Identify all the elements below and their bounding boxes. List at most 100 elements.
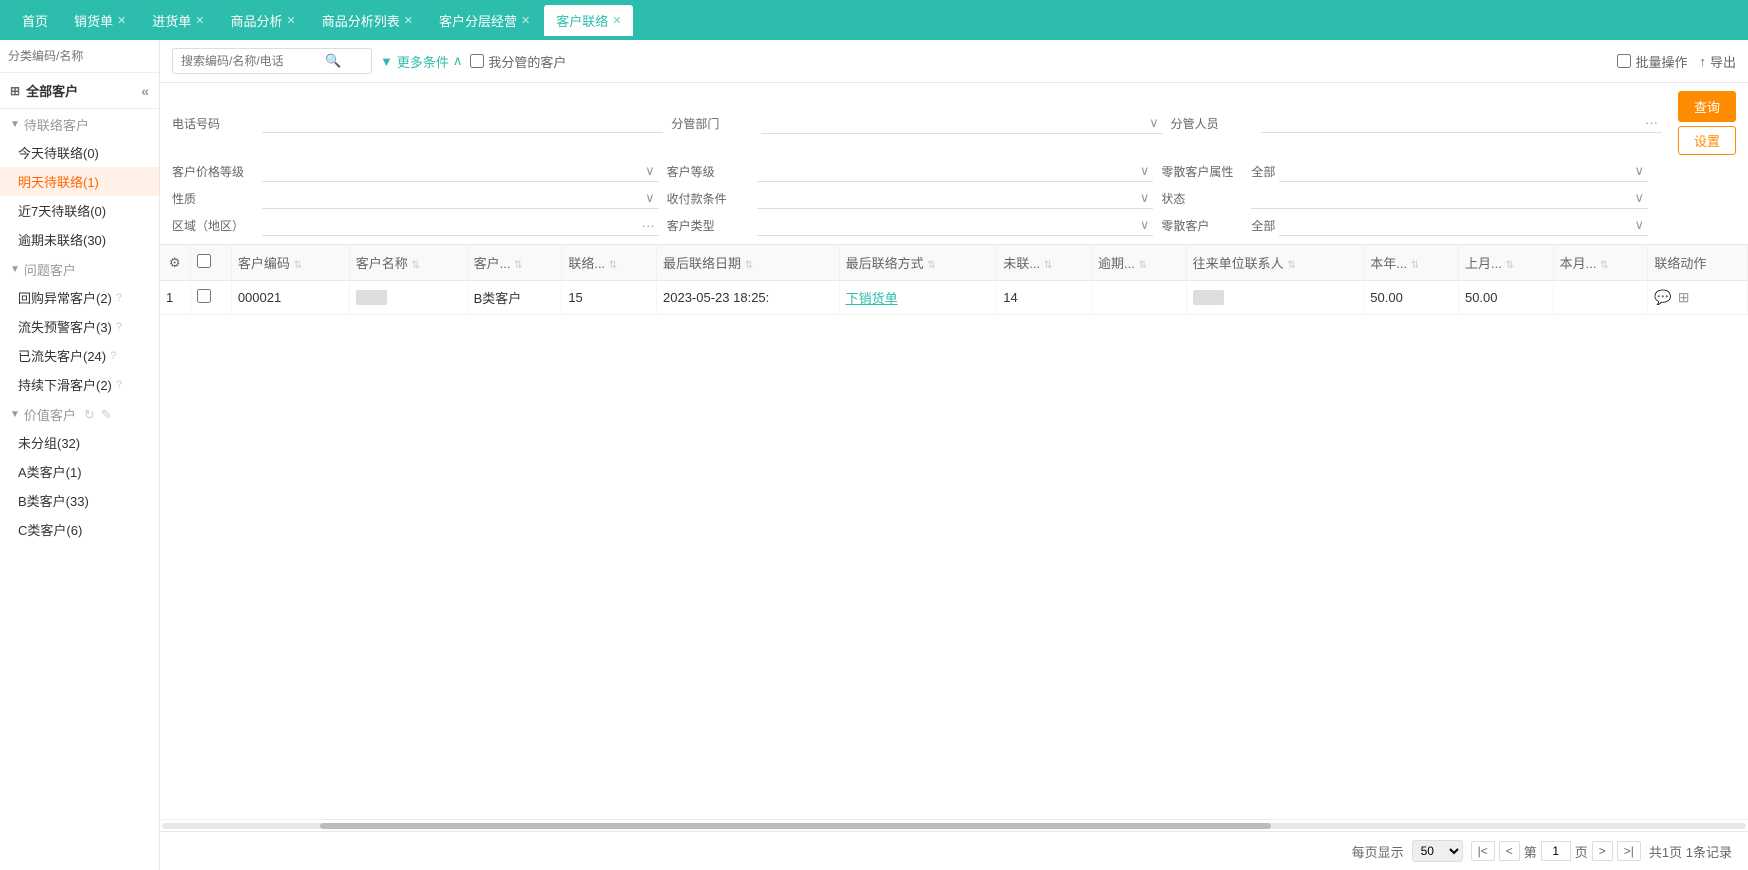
filter-row-4: 区域（地区） ··· 客户类型 ∨ 零散客户 全部 xyxy=(172,215,1736,236)
zero-customer-select[interactable]: ∨ xyxy=(1279,215,1648,236)
table-col-name[interactable]: 客户名称 ⇅ xyxy=(349,245,467,281)
table-col-last-method[interactable]: 最后联络方式 ⇅ xyxy=(839,245,997,281)
sidebar-item-churn-warning[interactable]: 流失预警客户(3) ? xyxy=(0,312,159,341)
nav-product-analysis-close[interactable]: ✕ xyxy=(287,14,296,27)
my-customers-checkbox[interactable] xyxy=(470,54,484,68)
table-col-this-month[interactable]: 本月... ⇅ xyxy=(1553,245,1648,281)
price-level-select[interactable]: ∨ xyxy=(262,161,659,182)
row-last-method-link[interactable]: 下销货单 xyxy=(846,291,898,306)
sidebar-item-overdue[interactable]: 逾期未联络(30) xyxy=(0,225,159,254)
sidebar-search-input[interactable] xyxy=(8,49,160,63)
refresh-icon[interactable]: ↻ xyxy=(84,407,95,423)
churned-label: 已流失客户(24) xyxy=(18,346,106,365)
sidebar-item-repurchase-abnormal[interactable]: 回购异常客户(2) ? xyxy=(0,283,159,312)
gender-select[interactable]: ∨ xyxy=(262,188,659,209)
churn-warning-label: 流失预警客户(3) xyxy=(18,317,112,336)
nav-customer-tier-close[interactable]: ✕ xyxy=(521,14,530,27)
sidebar-all-customers[interactable]: ⊞ 全部客户 « xyxy=(0,73,159,109)
nav-customer-tier[interactable]: 客户分层经营 ✕ xyxy=(427,5,542,36)
customer-type-select[interactable]: ∨ xyxy=(757,215,1154,236)
batch-op-checkbox[interactable] xyxy=(1617,54,1631,68)
table-col-last-month[interactable]: 上月... ⇅ xyxy=(1458,245,1553,281)
phone-input[interactable] xyxy=(262,114,663,133)
nav-purchase[interactable]: 进货单 ✕ xyxy=(140,5,216,36)
settings-button[interactable]: 设置 xyxy=(1678,126,1736,155)
row-uncontact: 14 xyxy=(997,281,1092,315)
last-page-btn[interactable]: >| xyxy=(1617,841,1641,861)
filter-search-input[interactable] xyxy=(181,54,321,68)
help-icon-0: ? xyxy=(116,292,122,304)
table-col-this-year[interactable]: 本年... ⇅ xyxy=(1364,245,1459,281)
page-input[interactable] xyxy=(1541,841,1571,861)
section-title-problem[interactable]: ▼ 问题客户 xyxy=(0,254,159,283)
edit-icon[interactable]: ✎ xyxy=(101,407,112,423)
person-input[interactable]: ··· xyxy=(1261,113,1662,133)
table-col-overdue[interactable]: 逾期... ⇅ xyxy=(1091,245,1186,281)
sidebar-item-a-class[interactable]: A类客户(1) xyxy=(0,457,159,486)
export-btn[interactable]: ↑ 导出 xyxy=(1699,52,1736,71)
scrollbar-thumb[interactable] xyxy=(320,823,1270,829)
nav-customer-tier-label: 客户分层经营 xyxy=(439,11,517,30)
top-nav: 首页 销货单 ✕ 进货单 ✕ 商品分析 ✕ 商品分析列表 ✕ 客户分层经营 ✕ … xyxy=(0,0,1748,40)
sidebar-item-week[interactable]: 近7天待联络(0) xyxy=(0,196,159,225)
customer-level-select[interactable]: ∨ xyxy=(757,161,1154,182)
table-col-customer-type[interactable]: 客户... ⇅ xyxy=(467,245,562,281)
prev-page-btn[interactable]: < xyxy=(1499,841,1520,861)
status-select[interactable]: ∨ xyxy=(1251,188,1648,209)
nav-product-analysis-list[interactable]: 商品分析列表 ✕ xyxy=(310,5,425,36)
region-input[interactable]: ··· xyxy=(262,216,659,236)
row-last-method[interactable]: 下销货单 xyxy=(839,281,997,315)
nav-customer-contact[interactable]: 客户联络 ✕ xyxy=(544,5,633,36)
nav-home[interactable]: 首页 xyxy=(10,5,60,36)
select-all-checkbox[interactable] xyxy=(197,254,211,268)
table-col-contact[interactable]: 联络... ⇅ xyxy=(562,245,657,281)
sidebar-item-tomorrow[interactable]: 明天待联络(1) xyxy=(0,167,159,196)
table-col-gear[interactable]: ⚙ xyxy=(160,245,190,281)
nav-product-analysis[interactable]: 商品分析 ✕ xyxy=(218,5,307,36)
person-dots: ··· xyxy=(1645,115,1658,130)
sidebar-item-today[interactable]: 今天待联络(0) xyxy=(0,138,159,167)
nav-product-analysis-list-close[interactable]: ✕ xyxy=(404,14,413,27)
more-conditions-btn[interactable]: ▼ 更多条件 ∧ xyxy=(380,52,462,71)
query-button[interactable]: 查询 xyxy=(1678,91,1736,122)
section-title-pending[interactable]: ▼ 待联络客户 xyxy=(0,109,159,138)
nav-home-label: 首页 xyxy=(22,11,48,30)
nav-customer-contact-close[interactable]: ✕ xyxy=(612,14,621,27)
collapse-icon[interactable]: « xyxy=(141,83,149,99)
declining-label: 持续下滑客户(2) xyxy=(18,375,112,394)
col-this-year-label: 本年... xyxy=(1370,256,1407,271)
filter-search-icon[interactable]: 🔍 xyxy=(325,53,341,69)
grid-action-icon[interactable]: ⊞ xyxy=(1678,289,1690,306)
col-type-label: 客户... xyxy=(474,256,511,271)
nav-sales[interactable]: 销货单 ✕ xyxy=(62,5,138,36)
table-col-uncontact[interactable]: 未联... ⇅ xyxy=(997,245,1092,281)
first-page-btn[interactable]: |< xyxy=(1471,841,1495,861)
sidebar-item-declining[interactable]: 持续下滑客户(2) ? xyxy=(0,370,159,399)
table-col-code[interactable]: 客户编码 ⇅ xyxy=(231,245,349,281)
dept-chev: ∨ xyxy=(1149,115,1159,131)
payment-select[interactable]: ∨ xyxy=(757,188,1154,209)
all-customers-label: 全部客户 xyxy=(26,81,78,100)
per-page-select[interactable]: 50 100 200 xyxy=(1412,840,1463,862)
row-checkbox-cell[interactable] xyxy=(190,281,231,315)
horizontal-scrollbar[interactable] xyxy=(160,819,1748,831)
table-col-unit-contact[interactable]: 往来单位联系人 ⇅ xyxy=(1186,245,1364,281)
filter-row-2: 客户价格等级 ∨ 客户等级 ∨ 零散客户属性 全部 xyxy=(172,161,1736,182)
zero-attr-select[interactable]: ∨ xyxy=(1279,161,1648,182)
table-col-last-date[interactable]: 最后联络日期 ⇅ xyxy=(657,245,840,281)
batch-op-btn[interactable]: 批量操作 xyxy=(1617,52,1687,71)
sidebar-item-churned[interactable]: 已流失客户(24) ? xyxy=(0,341,159,370)
sidebar-item-b-class[interactable]: B类客户(33) xyxy=(0,486,159,515)
nav-purchase-close[interactable]: ✕ xyxy=(195,14,204,27)
comment-action-icon[interactable]: 💬 xyxy=(1654,289,1671,306)
next-page-btn[interactable]: > xyxy=(1592,841,1613,861)
filter-cell-zero-customer: 零散客户 全部 ∨ xyxy=(1161,215,1648,236)
table-col-checkbox[interactable] xyxy=(190,245,231,281)
section-title-value[interactable]: ▼ 价值客户 ↻ ✎ xyxy=(0,399,159,428)
sidebar-item-c-class[interactable]: C类客户(6) xyxy=(0,515,159,544)
row-checkbox[interactable] xyxy=(197,289,211,303)
nav-sales-close[interactable]: ✕ xyxy=(117,14,126,27)
dept-select[interactable]: ∨ xyxy=(761,113,1162,134)
sidebar-item-ungrouped[interactable]: 未分组(32) xyxy=(0,428,159,457)
pagination-nav: |< < 第 页 > >| xyxy=(1471,841,1641,861)
